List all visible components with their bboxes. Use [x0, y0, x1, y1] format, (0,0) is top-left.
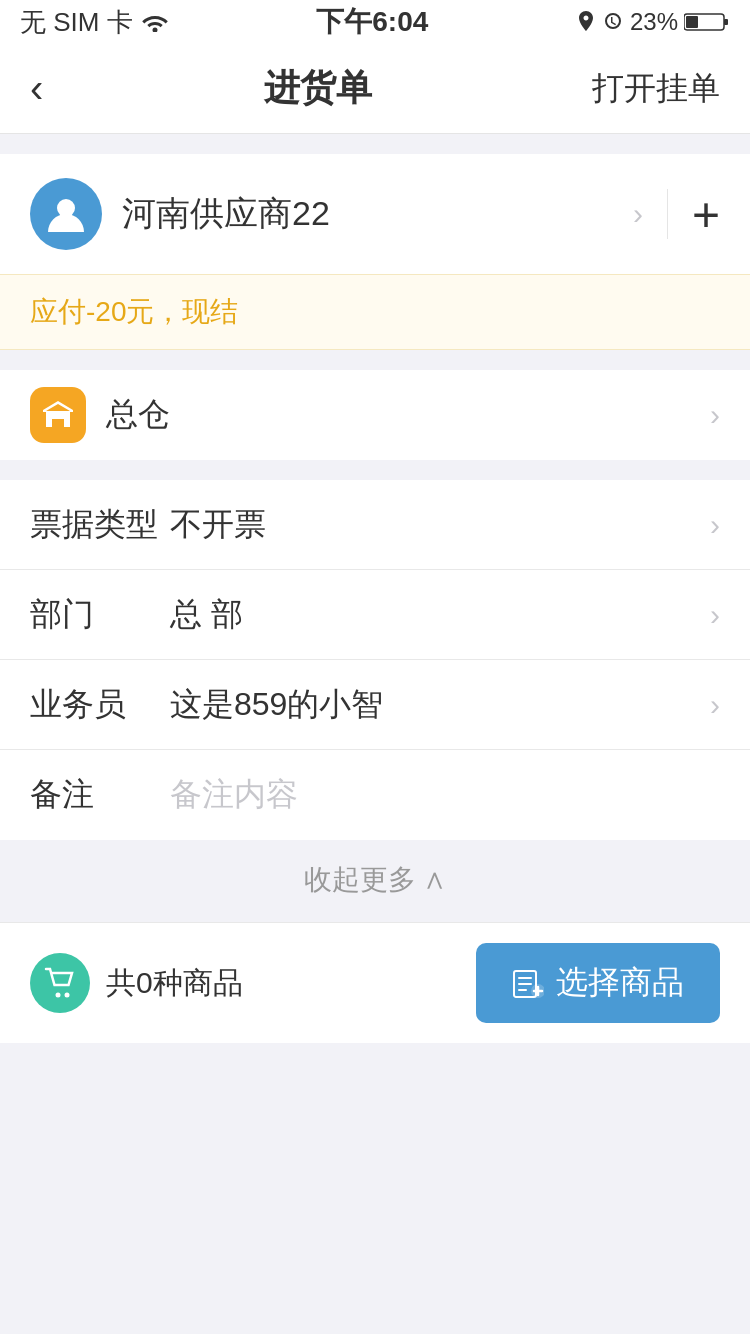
warehouse-row[interactable]: 总仓 ›: [0, 370, 750, 460]
ticket-type-value: 不开票: [170, 503, 710, 547]
separator-top: [0, 134, 750, 154]
department-chevron: ›: [710, 598, 720, 632]
salesperson-row[interactable]: 业务员 这是859的小智 ›: [0, 660, 750, 750]
salesperson-label: 业务员: [30, 683, 170, 727]
department-row[interactable]: 部门 总 部 ›: [0, 570, 750, 660]
supplier-actions: › +: [633, 187, 720, 242]
status-right: 23%: [576, 8, 730, 36]
bottom-bar: 共0种商品 选择商品: [0, 922, 750, 1043]
warehouse-section[interactable]: 总仓 ›: [0, 370, 750, 460]
supplier-name: 河南供应商22: [122, 191, 633, 237]
remark-row[interactable]: 备注 备注内容: [0, 750, 750, 840]
svg-point-0: [152, 28, 157, 33]
warehouse-icon-bg: [30, 387, 86, 443]
battery-text: 23%: [630, 8, 678, 36]
svg-point-6: [65, 993, 70, 998]
back-button[interactable]: ‹: [30, 66, 43, 111]
page-title: 进货单: [264, 64, 372, 113]
add-supplier-button[interactable]: +: [692, 187, 720, 242]
remark-placeholder[interactable]: 备注内容: [170, 773, 720, 817]
warehouse-chevron: ›: [710, 398, 720, 432]
department-label: 部门: [30, 593, 170, 637]
status-time: 下午6:04: [316, 3, 428, 41]
person-icon: [44, 192, 88, 236]
signal-text: 无 SIM 卡: [20, 5, 133, 40]
svg-rect-2: [724, 19, 728, 25]
product-icon-bg: [30, 953, 90, 1013]
separator-2: [0, 350, 750, 370]
status-left: 无 SIM 卡: [20, 5, 169, 40]
location-icon: [576, 11, 596, 33]
svg-point-5: [56, 993, 61, 998]
product-count-section: 共0种商品: [30, 953, 243, 1013]
product-count-label: 共0种商品: [106, 963, 243, 1004]
nav-bar: ‹ 进货单 打开挂单: [0, 44, 750, 134]
ticket-type-label: 票据类型: [30, 503, 170, 547]
main-content: 河南供应商22 › + 应付-20元，现结 总仓 › 票据类: [0, 134, 750, 1334]
warehouse-name: 总仓: [106, 393, 710, 437]
vertical-divider: [667, 189, 668, 239]
ticket-type-row[interactable]: 票据类型 不开票 ›: [0, 480, 750, 570]
notice-banner: 应付-20元，现结: [0, 274, 750, 350]
collapse-more-button[interactable]: 收起更多 ∧: [0, 840, 750, 920]
warehouse-icon: [41, 398, 75, 432]
department-value: 总 部: [170, 593, 710, 637]
wifi-icon: [141, 12, 169, 32]
open-pending-button[interactable]: 打开挂单: [592, 67, 720, 111]
svg-rect-3: [686, 16, 698, 28]
battery-icon: [684, 11, 730, 33]
separator-3: [0, 460, 750, 480]
salesperson-value: 这是859的小智: [170, 683, 710, 727]
ticket-type-chevron: ›: [710, 508, 720, 542]
status-bar: 无 SIM 卡 下午6:04 23%: [0, 0, 750, 44]
salesperson-chevron: ›: [710, 688, 720, 722]
supplier-avatar: [30, 178, 102, 250]
select-product-button[interactable]: 选择商品: [476, 943, 720, 1023]
select-product-icon: [512, 967, 544, 999]
remark-label: 备注: [30, 773, 170, 817]
supplier-row[interactable]: 河南供应商22 › +: [0, 154, 750, 274]
collapse-more-label: 收起更多 ∧: [304, 861, 447, 899]
select-product-label: 选择商品: [556, 961, 684, 1005]
form-section: 票据类型 不开票 › 部门 总 部 › 业务员 这是859的小智 › 备注 备注…: [0, 480, 750, 840]
supplier-chevron: ›: [633, 197, 643, 231]
alarm-icon: [602, 11, 624, 33]
cart-icon: [42, 965, 78, 1001]
supplier-section: 河南供应商22 › + 应付-20元，现结: [0, 154, 750, 350]
